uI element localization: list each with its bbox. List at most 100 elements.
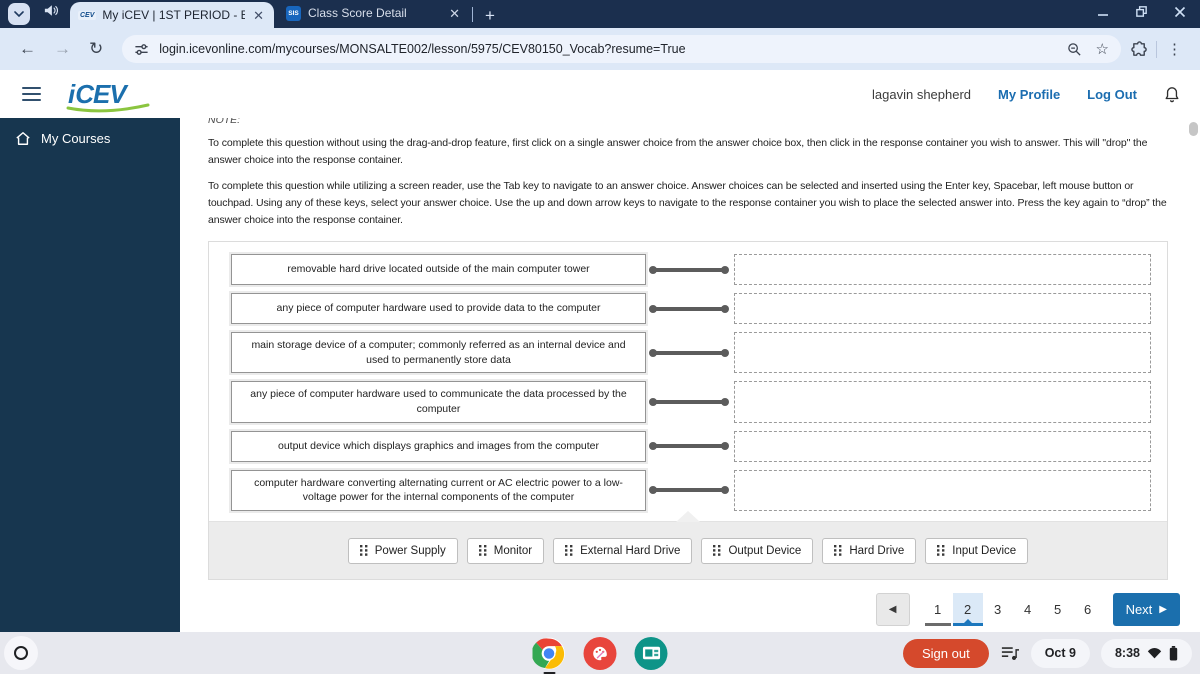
url-text[interactable]: login.icevonline.com/mycourses/MONSALTE0… [159,42,685,56]
definition-text: removable hard drive located outside of … [287,263,590,276]
lesson-content: NOTE: To complete this question without … [180,118,1200,632]
drag-handle-icon [713,545,721,556]
answer-choice[interactable]: Output Device [701,537,814,564]
my-profile-link[interactable]: My Profile [998,87,1060,102]
forward-button[interactable]: → [45,39,80,59]
palette-app-icon [583,636,617,670]
page-number[interactable]: 1 [923,593,953,627]
shelf-app-sis[interactable] [634,636,668,670]
logo-swoosh [66,103,150,113]
page-number[interactable]: 3 [983,593,1013,626]
close-window-button[interactable] [1174,5,1186,23]
response-container[interactable] [734,469,1151,512]
tab-close-icon[interactable]: ✕ [251,9,266,22]
page-number[interactable]: 2 [952,593,983,627]
answer-choice[interactable]: Power Supply [347,537,458,564]
page-number-list: 1 2 3 4 5 6 [923,593,1103,627]
connector-line [654,488,724,493]
time-text: 8:38 [1114,646,1140,660]
page-number[interactable]: 6 [1073,593,1103,626]
back-button[interactable]: ← [10,39,45,59]
browser-menu-icon[interactable]: ⋮ [1165,40,1190,58]
answer-choice[interactable]: Hard Drive [822,537,917,564]
page-number[interactable]: 4 [1013,593,1043,626]
definition-text: any piece of computer hardware used to c… [250,388,627,416]
connector-line [654,350,724,355]
tab-search-button[interactable] [8,3,30,25]
tab-separator [472,7,473,22]
chevron-down-icon [14,11,24,17]
launcher-circle-icon [14,646,28,660]
browser-toolbar: ← → ↻ login.icevonline.com/mycourses/MON… [0,28,1200,70]
tab-title: My iCEV | 1ST PERIOD - BUSINE [102,8,246,22]
next-arrow-icon: ▶ [1159,604,1167,616]
tab-close-icon[interactable]: ✕ [447,7,462,20]
shelf-app-chrome[interactable] [531,637,566,670]
definition-text: main storage device of a computer; commo… [251,339,626,366]
response-container[interactable] [734,430,1151,462]
sis-favicon: SIS [286,5,301,21]
bookmark-star-icon[interactable]: ☆ [1096,40,1109,58]
drag-handle-icon [565,545,573,556]
matching-question-panel: removable hard drive located outside of … [208,241,1168,581]
question-row: any piece of computer hardware used to p… [231,293,1167,324]
connector-line [654,444,724,449]
tab-class-score-detail[interactable]: SIS Class Score Detail ✕ [274,0,470,28]
question-row: any piece of computer hardware used to c… [231,381,1167,423]
definition-box: output device which displays graphics an… [231,430,646,462]
media-queue-icon[interactable] [1000,644,1020,662]
scrollbar-thumb[interactable] [1189,122,1198,136]
log-out-link[interactable]: Log Out [1087,87,1137,102]
hamburger-menu-icon[interactable] [22,86,41,102]
icev-logo[interactable]: iCEV [66,81,150,113]
drag-handle-icon [937,545,945,556]
extensions-icon[interactable] [1131,40,1148,58]
note-paragraph: To complete this question without using … [208,137,1148,166]
new-tab-button[interactable]: + [485,7,495,24]
notifications-bell-icon[interactable] [1164,86,1180,103]
connector-line [654,267,724,272]
response-container[interactable] [734,254,1151,285]
browser-tab-strip: CEV My iCEV | 1ST PERIOD - BUSINE ✕ SIS … [0,0,1200,28]
site-settings-icon[interactable] [134,42,149,57]
chrome-icon [531,637,565,669]
page-number[interactable]: 5 [1043,593,1073,626]
cev-favicon: CEV [78,10,97,20]
definition-box: removable hard drive located outside of … [231,254,646,285]
answer-choice-box: Power Supply Monitor External Hard Drive [209,521,1167,580]
previous-page-button[interactable]: ◀ [875,593,910,627]
question-row: output device which displays graphics an… [231,430,1167,462]
restore-button[interactable] [1135,5,1148,23]
response-container[interactable] [734,381,1151,423]
sign-out-button[interactable]: Sign out [903,638,989,668]
answer-choice[interactable]: Input Device [925,537,1029,564]
zoom-icon[interactable] [1067,42,1082,57]
sidebar: My Courses [0,118,180,632]
answer-choice[interactable]: Monitor [466,537,545,564]
launcher-button[interactable] [4,636,38,670]
shelf-app-canvas[interactable] [583,636,617,670]
definition-box: any piece of computer hardware used to p… [231,293,646,324]
tab-my-icev[interactable]: CEV My iCEV | 1ST PERIOD - BUSINE ✕ [70,2,274,28]
answer-choice-label: Output Device [728,544,802,557]
sidebar-item-label: My Courses [41,131,111,146]
site-header: iCEV lagavin shepherd My Profile Log Out [0,70,1200,118]
question-row: main storage device of a computer; commo… [231,332,1167,374]
question-row: computer hardware converting alternating… [231,469,1167,512]
definition-box: computer hardware converting alternating… [231,469,646,512]
note-paragraph: To complete this question while utilizin… [208,180,1167,226]
battery-icon [1169,645,1178,660]
response-container[interactable] [734,332,1151,374]
url-bar[interactable]: login.icevonline.com/mycourses/MONSALTE0… [122,35,1121,63]
response-container[interactable] [734,293,1151,324]
reload-button[interactable]: ↻ [80,39,112,59]
answer-choice[interactable]: External Hard Drive [553,537,693,564]
status-tray[interactable]: 8:38 [1100,638,1192,668]
sidebar-item-my-courses[interactable]: My Courses [0,118,180,159]
next-page-button[interactable]: Next ▶ [1112,593,1180,627]
minimize-button[interactable] [1097,5,1109,23]
date-pill[interactable]: Oct 9 [1030,638,1090,668]
pagination: ◀ 1 2 3 4 5 6 Next ▶ [208,593,1180,627]
answer-choice-label: Monitor [493,544,533,557]
wifi-icon [1147,648,1162,659]
